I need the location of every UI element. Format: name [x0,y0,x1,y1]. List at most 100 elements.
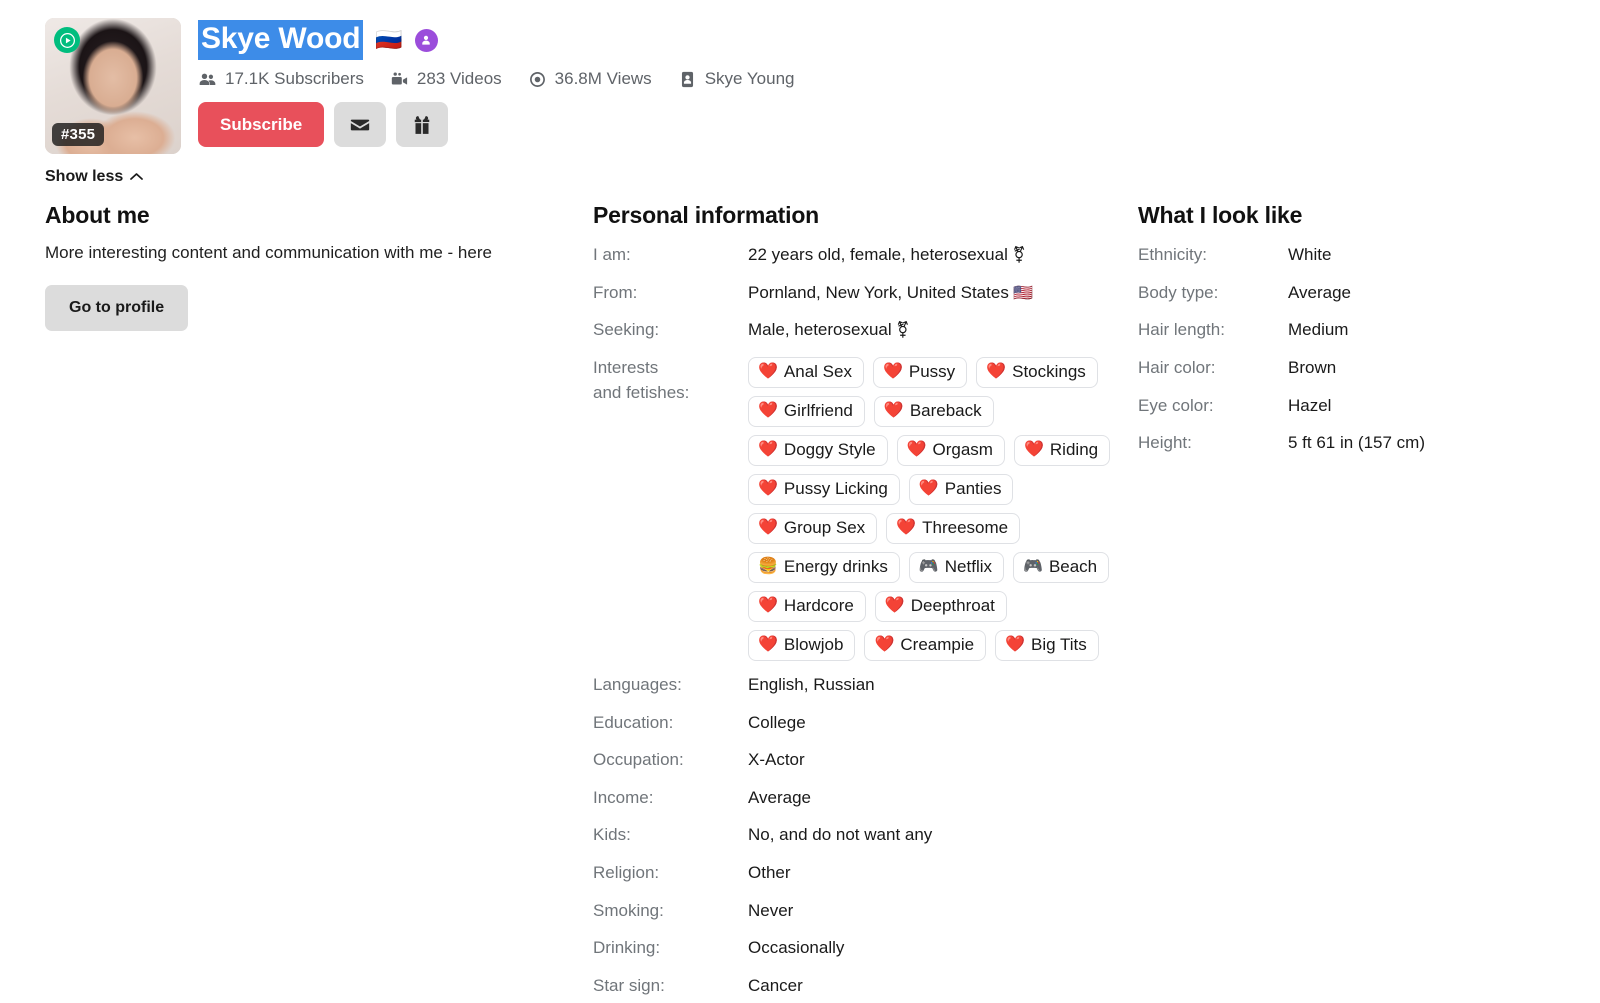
interest-tag-label: Hardcore [783,595,854,615]
interest-tag-label: Big Tits [1031,634,1087,654]
subscribe-button[interactable]: Subscribe [198,102,325,147]
show-less-label: Show less [45,168,124,185]
info-value: College [748,711,806,736]
info-label: Eye color: [1138,395,1214,415]
interest-tag[interactable]: ❤️ Bareback [873,395,994,427]
info-value: X-Actor [748,748,805,773]
info-value: 22 years old, female, heterosexual ⚧ [748,243,1026,268]
profile-header-main: Skye Wood 🇷🇺 17.1K Subscribers 283 Video… [198,18,795,147]
info-label: Religion: [593,863,660,883]
interest-tag[interactable]: 🎮 Beach [1013,551,1110,583]
info-value-emoji-icon: ⚧ [1007,247,1026,264]
interest-tag-label: Doggy Style [783,439,876,459]
interest-tag-label: Blowjob [783,634,844,654]
info-value: Cancer [748,974,803,999]
interest-tag[interactable]: ❤️ Hardcore [748,590,866,622]
personal-info-row: Star sign: Cancer [593,974,1138,999]
interest-tag[interactable]: ❤️ Doggy Style [748,434,888,466]
personal-info-row: Seeking: Male, heterosexual ⚧ [593,318,1138,343]
interest-tag[interactable]: ❤️ Girlfriend [748,395,865,427]
info-value-text: Never [748,900,794,920]
info-value: No, and do not want any [748,823,932,848]
interest-tag-label: Deepthroat [910,595,995,615]
interest-tag[interactable]: ❤️ Stockings [976,356,1098,388]
what-i-look-like-section: What I look like Ethnicity: White Body typ… [1138,202,1538,469]
interest-tag-label: Beach [1048,556,1098,576]
interest-tag[interactable]: ❤️ Threesome [886,512,1021,544]
interest-tag-emoji-icon: ❤️ [883,401,904,419]
info-value: Brown [1288,356,1336,381]
interests-label: Interests and fetishes: [593,356,748,405]
play-icon[interactable] [54,27,80,53]
stats-row: 17.1K Subscribers 283 Videos 36.8M Views… [198,69,795,89]
interest-tag[interactable]: ❤️ Deepthroat [874,590,1007,622]
go-to-profile-button[interactable]: Go to profile [45,285,189,331]
about-me-text: More interesting content and communicati… [45,243,492,262]
looks-rows: Ethnicity: White Body type: Average Hair len… [1138,243,1538,456]
interest-tag[interactable]: ❤️ Creampie [864,629,987,661]
interest-tag-label: Group Sex [783,517,866,537]
info-value-text: Pornland, New York, United States [748,282,1009,302]
interest-tag[interactable]: ❤️ Riding [1013,434,1111,466]
info-label: Hair length: [1138,320,1225,340]
interest-tag-label: Pussy [908,361,956,381]
actions-row: Subscribe [198,102,795,147]
interest-tag[interactable]: ❤️ Panties [908,473,1014,505]
show-less-toggle[interactable]: Show less [45,168,144,186]
info-value: Pornland, New York, United States 🇺🇸 [748,281,1033,306]
personal-info-row: From: Pornland, New York, United States 🇺… [593,281,1138,306]
info-value: Other [748,861,791,886]
interest-tag[interactable]: 🎮 Netflix [908,551,1005,583]
personal-info-row: Religion: Other [593,861,1138,886]
gift-button[interactable] [396,102,449,147]
info-label: Education: [593,712,674,732]
interest-tag-label: Threesome [922,517,1009,537]
interests-label-line1: Interests [593,357,659,377]
info-value: Male, heterosexual ⚧ [748,318,910,343]
message-button[interactable] [334,102,387,147]
interests-tag-list: ❤️ Anal Sex ❤️ Pussy ❤️ Stockings ❤️ Girlfriend… [748,356,1120,661]
interest-tag[interactable]: ❤️ Blowjob [748,629,856,661]
personal-information-section: Personal information I am: 22 years old, … [593,202,1138,1003]
interest-tag-emoji-icon: 🎮 [1023,557,1043,575]
info-value-text: Male, heterosexual [748,320,892,340]
interest-tag-label: Pussy Licking [783,478,888,498]
interest-tag[interactable]: ❤️ Big Tits [995,629,1099,661]
verified-user-icon[interactable] [414,28,438,52]
interest-tag-emoji-icon: ❤️ [758,635,778,653]
interest-tag-label: Bareback [909,400,982,420]
info-label: From: [593,282,638,302]
interest-tag-emoji-icon: ❤️ [884,596,905,614]
info-value: 5 ft 61 in (157 cm) [1288,431,1425,456]
personal-info-row: Kids: No, and do not want any [593,823,1138,848]
info-label: Hair color: [1138,357,1216,377]
interest-tag[interactable]: 🍔 Energy drinks [748,551,900,583]
interest-tag-emoji-icon: ❤️ [986,362,1007,380]
interest-tag-emoji-icon: ❤️ [1005,635,1026,653]
interest-tag[interactable]: ❤️ Anal Sex [748,356,864,388]
interest-tag[interactable]: ❤️ Group Sex [748,512,878,544]
info-value-text: 22 years old, female, heterosexual [748,245,1008,264]
interest-tag-emoji-icon: ❤️ [758,440,778,458]
personal-bottom-rows: Languages: English, Russian Education: Coll… [593,673,1138,999]
personal-info-row: Income: Average [593,786,1138,811]
info-label: Drinking: [593,938,661,958]
interest-tag-emoji-icon: ❤️ [758,362,778,380]
info-value: Medium [1288,318,1348,343]
interest-tag[interactable]: ❤️ Pussy Licking [748,473,900,505]
interest-tag-label: Creampie [900,634,975,654]
interest-tag[interactable]: ❤️ Orgasm [896,434,1005,466]
interest-tag-emoji-icon: ❤️ [758,401,778,419]
eye-icon [528,70,547,89]
personal-info-row: Smoking: Never [593,899,1138,924]
interest-tag-emoji-icon: ❤️ [918,479,939,497]
info-value: White [1288,243,1331,268]
interest-tag-emoji-icon: ❤️ [758,596,778,614]
country-flag-icon: 🇷🇺 [375,27,403,52]
info-value-text: Medium [1288,320,1349,340]
personal-info-row: I am: 22 years old, female, heterosexual … [593,243,1138,268]
interest-tag[interactable]: ❤️ Pussy [872,356,968,388]
avatar[interactable]: #355 [45,18,181,154]
looks-info-row: Height: 5 ft 61 in (157 cm) [1138,431,1538,456]
info-value: Average [1288,281,1351,306]
